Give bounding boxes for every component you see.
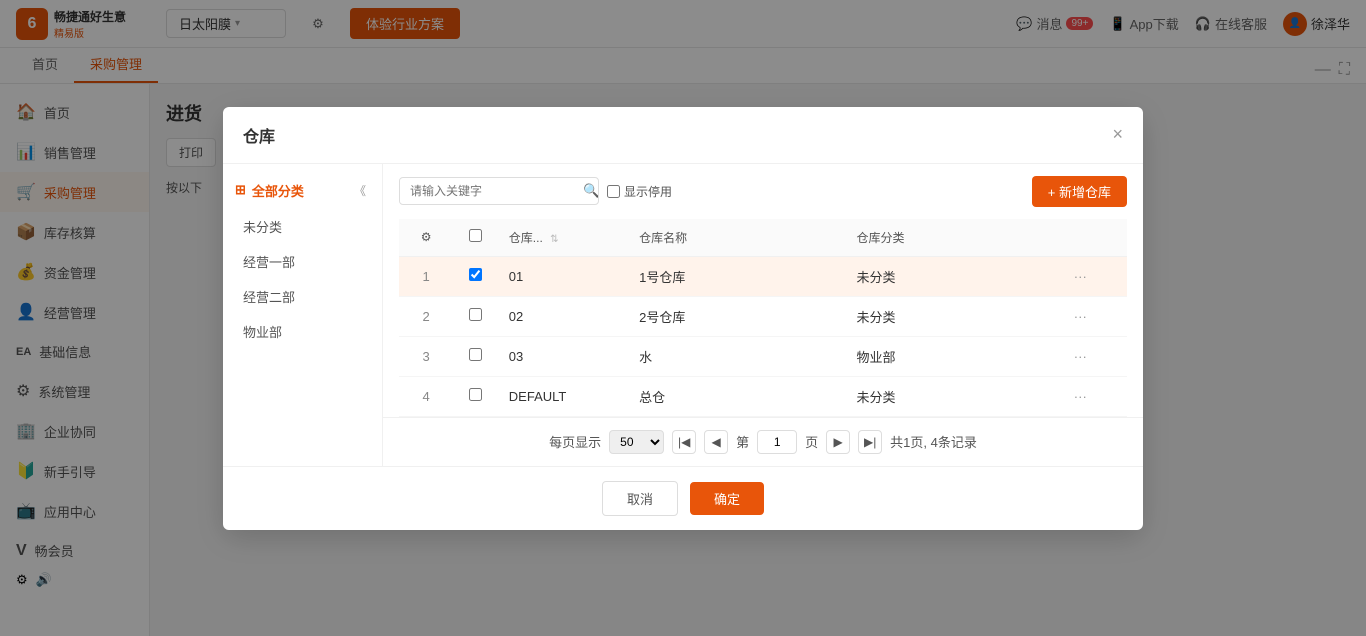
prev-page-btn[interactable]: ◀ <box>704 430 728 454</box>
row-category: 未分类 <box>844 376 1061 416</box>
page-unit: 页 <box>805 432 818 451</box>
search-input[interactable] <box>400 179 575 203</box>
row-category: 未分类 <box>844 296 1061 336</box>
cat-all-btn[interactable]: ⊞ 全部分类 <box>235 181 304 200</box>
confirm-button[interactable]: 确定 <box>690 482 764 515</box>
th-gear[interactable]: ⚙ <box>399 219 453 257</box>
th-category[interactable]: 仓库分类 <box>844 219 1061 257</box>
first-page-btn[interactable]: |◀ <box>672 430 696 454</box>
search-icon[interactable]: 🔍 <box>575 178 599 204</box>
table-body: 1 01 1号仓库 未分类 ··· 2 02 2号仓库 未分类 ··· 3 03… <box>399 256 1127 416</box>
th-check <box>453 219 496 257</box>
row-check[interactable] <box>453 256 496 296</box>
th-code[interactable]: 仓库... ⇅ <box>497 219 627 257</box>
row-actions[interactable]: ··· <box>1062 336 1127 376</box>
close-icon[interactable]: × <box>1112 124 1123 145</box>
select-all-checkbox[interactable] <box>469 229 482 242</box>
row-no: 3 <box>399 336 453 376</box>
modal-header: 仓库 × <box>223 107 1143 164</box>
cat-header: ⊞ 全部分类 《 <box>223 172 382 209</box>
table-row[interactable]: 4 DEFAULT 总仓 未分类 ··· <box>399 376 1127 416</box>
row-code: DEFAULT <box>497 376 627 416</box>
page-label: 第 <box>736 432 749 451</box>
category-sidebar: ⊞ 全部分类 《 未分类 经营一部 经营二部 物业部 <box>223 164 383 466</box>
row-category: 物业部 <box>844 336 1061 376</box>
modal-pagination: 每页显示 50 100 |◀ ◀ 第 页 ▶ ▶| 共1页, 4条记录 <box>383 417 1143 466</box>
sort-icon: ⇅ <box>550 234 558 245</box>
modal-toolbar: 🔍 显示停用 + 新增仓库 <box>383 164 1143 219</box>
show-disabled-label[interactable]: 显示停用 <box>607 183 672 200</box>
table-header-row: ⚙ 仓库... ⇅ 仓库名称 <box>399 219 1127 257</box>
warehouse-table-wrap: ⚙ 仓库... ⇅ 仓库名称 <box>383 219 1143 417</box>
table-row[interactable]: 2 02 2号仓库 未分类 ··· <box>399 296 1127 336</box>
last-page-btn[interactable]: ▶| <box>858 430 882 454</box>
row-actions[interactable]: ··· <box>1062 256 1127 296</box>
total-label: 共1页, 4条记录 <box>890 432 977 451</box>
modal-main: 🔍 显示停用 + 新增仓库 ⚙ <box>383 164 1143 466</box>
cat-collapse-btn[interactable]: 《 <box>350 180 370 201</box>
table-row[interactable]: 1 01 1号仓库 未分类 ··· <box>399 256 1127 296</box>
add-warehouse-btn[interactable]: + 新增仓库 <box>1032 176 1127 207</box>
row-code: 02 <box>497 296 627 336</box>
table-row[interactable]: 3 03 水 物业部 ··· <box>399 336 1127 376</box>
row-code: 03 <box>497 336 627 376</box>
show-disabled-checkbox[interactable] <box>607 185 620 198</box>
row-category: 未分类 <box>844 256 1061 296</box>
cat-item-unclassified[interactable]: 未分类 <box>223 209 382 244</box>
row-no: 1 <box>399 256 453 296</box>
cat-item-dept2[interactable]: 经营二部 <box>223 279 382 314</box>
cancel-button[interactable]: 取消 <box>602 481 678 516</box>
cat-item-dept1[interactable]: 经营一部 <box>223 244 382 279</box>
modal-footer: 取消 确定 <box>223 466 1143 530</box>
row-check[interactable] <box>453 336 496 376</box>
row-name: 总仓 <box>627 376 844 416</box>
th-actions <box>1062 219 1127 257</box>
modal-body: ⊞ 全部分类 《 未分类 经营一部 经营二部 物业部 🔍 <box>223 164 1143 466</box>
row-actions[interactable]: ··· <box>1062 376 1127 416</box>
page-size-label: 每页显示 <box>549 432 601 451</box>
th-name[interactable]: 仓库名称 <box>627 219 844 257</box>
warehouse-table: ⚙ 仓库... ⇅ 仓库名称 <box>399 219 1127 417</box>
row-name: 1号仓库 <box>627 256 844 296</box>
page-input[interactable] <box>757 430 797 454</box>
row-no: 4 <box>399 376 453 416</box>
modal-title: 仓库 <box>243 123 275 147</box>
search-box: 🔍 <box>399 177 599 205</box>
modal-overlay: 仓库 × ⊞ 全部分类 《 未分类 经营一部 经营二部 物业部 <box>0 0 1366 636</box>
row-name: 2号仓库 <box>627 296 844 336</box>
row-name: 水 <box>627 336 844 376</box>
row-check[interactable] <box>453 376 496 416</box>
row-check[interactable] <box>453 296 496 336</box>
warehouse-modal: 仓库 × ⊞ 全部分类 《 未分类 经营一部 经营二部 物业部 <box>223 107 1143 530</box>
cat-item-property[interactable]: 物业部 <box>223 314 382 349</box>
row-actions[interactable]: ··· <box>1062 296 1127 336</box>
row-code: 01 <box>497 256 627 296</box>
grid-icon: ⊞ <box>235 182 246 198</box>
next-page-btn[interactable]: ▶ <box>826 430 850 454</box>
row-no: 2 <box>399 296 453 336</box>
modal-toolbar-left: 🔍 显示停用 <box>399 177 672 205</box>
page-size-select[interactable]: 50 100 <box>609 430 664 454</box>
